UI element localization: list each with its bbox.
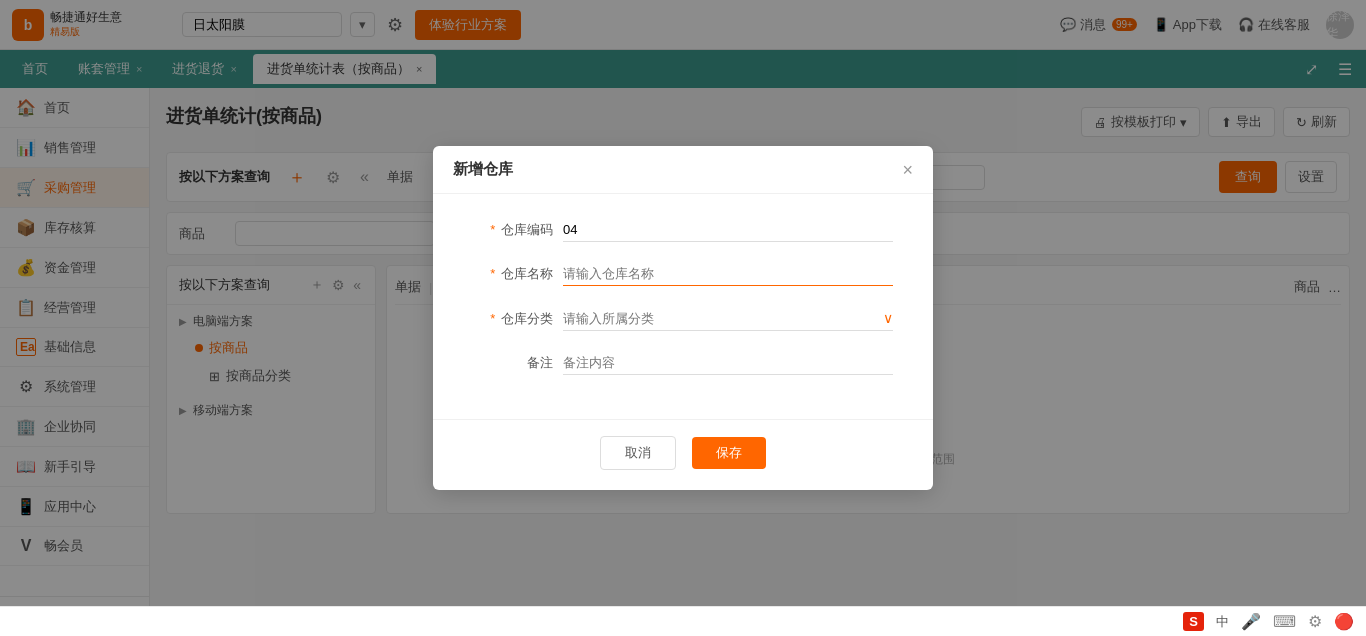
modal-title: 新增仓库	[453, 160, 513, 179]
name-row: * 仓库名称	[473, 262, 893, 286]
category-label: * 仓库分类	[473, 310, 553, 328]
remark-label: 备注	[473, 354, 553, 372]
name-label: * 仓库名称	[473, 265, 553, 283]
category-input[interactable]	[563, 311, 883, 326]
required-star-1: *	[490, 222, 495, 237]
required-star-3: *	[490, 311, 495, 326]
mode-icon[interactable]: 🔴	[1334, 612, 1354, 631]
code-input[interactable]	[563, 218, 893, 242]
s-logo: S	[1183, 612, 1204, 631]
name-input[interactable]	[563, 262, 893, 286]
required-star-2: *	[490, 266, 495, 281]
category-dropdown-icon[interactable]: ∨	[883, 310, 893, 326]
modal-body: * 仓库编码 * 仓库名称 * 仓库分类 ∨	[433, 194, 933, 419]
cancel-btn[interactable]: 取消	[600, 436, 676, 470]
zhong-label: 中	[1216, 613, 1229, 631]
category-row: * 仓库分类 ∨	[473, 306, 893, 331]
save-btn[interactable]: 保存	[692, 437, 766, 469]
modal-close-btn[interactable]: ×	[902, 161, 913, 179]
code-row: * 仓库编码	[473, 218, 893, 242]
mic-icon[interactable]: 🎤	[1241, 612, 1261, 631]
modal-footer: 取消 保存	[433, 419, 933, 490]
category-select-wrap[interactable]: ∨	[563, 306, 893, 331]
remark-input[interactable]	[563, 351, 893, 375]
remark-row: 备注	[473, 351, 893, 375]
modal-new-warehouse: 新增仓库 × * 仓库编码 * 仓库名称 *	[433, 146, 933, 490]
status-bar: S 中 🎤 ⌨ ⚙ 🔴	[0, 606, 1366, 636]
modal-overlay[interactable]: 新增仓库 × * 仓库编码 * 仓库名称 *	[0, 0, 1366, 636]
code-label: * 仓库编码	[473, 221, 553, 239]
modal-header: 新增仓库 ×	[433, 146, 933, 194]
settings-icon[interactable]: ⚙	[1308, 612, 1322, 631]
keyboard-icon[interactable]: ⌨	[1273, 612, 1296, 631]
